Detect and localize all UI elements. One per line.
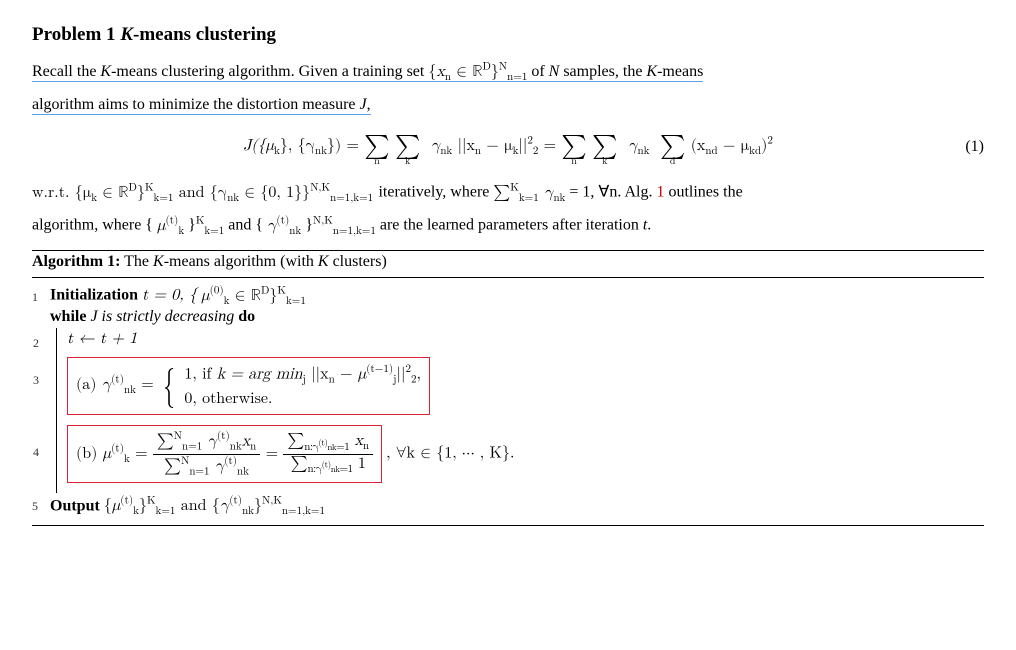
alg-line-5: 5 Output {μ(t)k}Kk=1 and {γ(t)nk}N,Kn=1,… xyxy=(32,495,984,519)
alg-top-rule xyxy=(32,250,984,251)
equation-1: J({μk}, {γnk}) = ∑n ∑k γnk ||xn − μk||22… xyxy=(32,127,984,166)
equation-number: (1) xyxy=(965,138,984,156)
wrt-line: w.r.t. {μk ∈ ℝD}Kk=1 and {γnk ∈ {0, 1}}N… xyxy=(32,180,984,207)
step-a-box: (a) γ(t)nk = { 1, if k = arg minj ||xn −… xyxy=(67,357,430,415)
paragraph-2: algorithm aims to minimize the distortio… xyxy=(32,93,984,117)
alg-line-2: 2 t ← t + 1 xyxy=(33,330,514,351)
alg-line-3: 3 (a) γ(t)nk = { 1, if k = arg minj ||xn… xyxy=(33,353,514,419)
alg-mid-rule xyxy=(32,277,984,278)
problem-title: Problem 1 K-means clustering xyxy=(32,24,984,46)
alg-title: Algorithm 1: The K-means algorithm (with… xyxy=(32,253,984,271)
step-b-box: (b) μ(t)k = ∑Nn=1 γ(t)nkxn ∑Nn=1 γ(t)nk … xyxy=(67,425,382,483)
alg-line-4: 4 (b) μ(t)k = ∑Nn=1 γ(t)nkxn ∑Nn=1 γ(t)n… xyxy=(33,421,514,487)
alg-line-1: 1 Initialization t = 0, { μ(0)k ∈ ℝD}Kk=… xyxy=(32,284,984,326)
paragraph-1: Recall the K-means clustering algorithm.… xyxy=(32,60,984,87)
alg-bottom-rule xyxy=(32,525,984,526)
alg-desc-line: algorithm, where { μ(t)k }Kk=1 and { γ(t… xyxy=(32,213,984,240)
